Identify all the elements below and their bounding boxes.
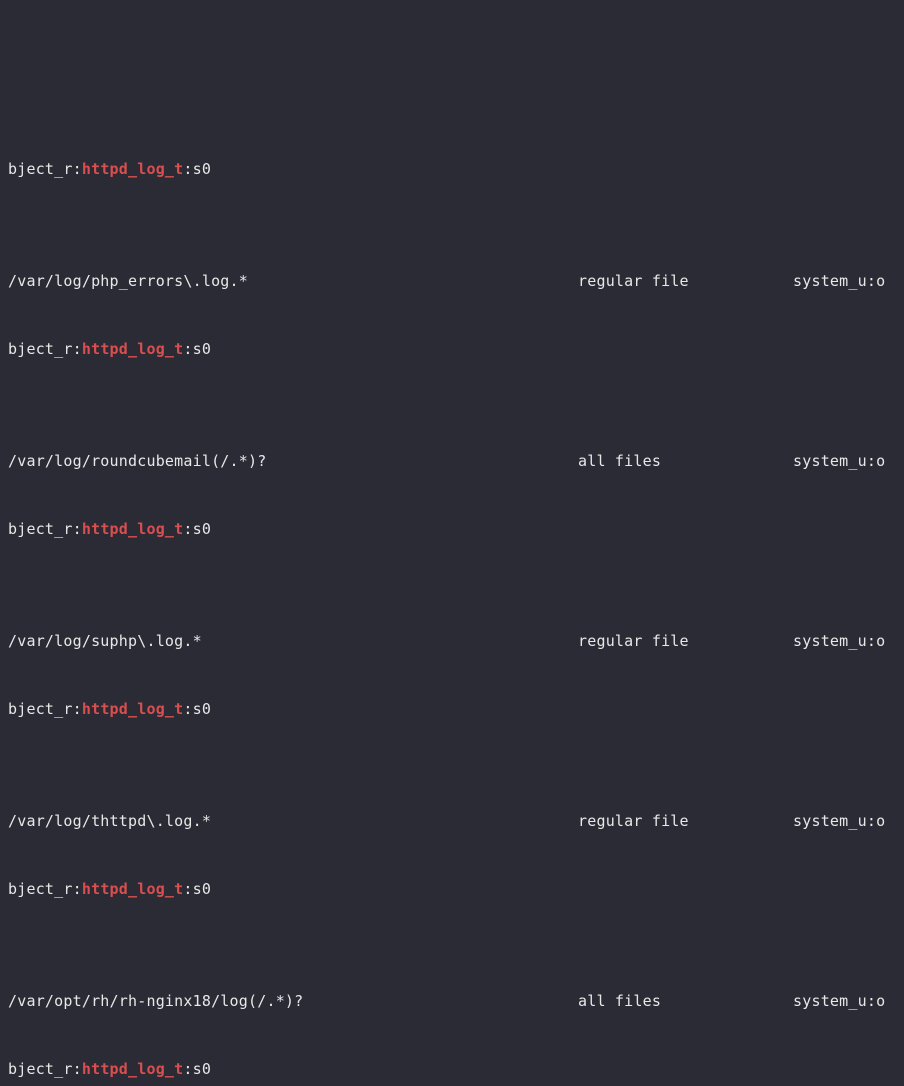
file-type: regular file bbox=[578, 270, 793, 293]
wrap-suffix: :s0 bbox=[183, 700, 211, 718]
file-type: regular file bbox=[578, 630, 793, 653]
wrap-prefix: bject_r: bbox=[8, 700, 82, 718]
context: system_u:o bbox=[793, 270, 885, 293]
fcontext-row: /var/log/roundcubemail(/.*)?all filessys… bbox=[0, 450, 904, 473]
context: system_u:o bbox=[793, 630, 885, 653]
wrap-suffix: :s0 bbox=[183, 160, 211, 178]
selinux-type: httpd_log_t bbox=[82, 880, 184, 898]
wrap-suffix: :s0 bbox=[183, 520, 211, 538]
fcontext-row: /var/opt/rh/rh-nginx18/log(/.*)?all file… bbox=[0, 990, 904, 1013]
wrap-prefix: bject_r: bbox=[8, 340, 82, 358]
context-wrap-line: bject_r:httpd_log_t:s0 bbox=[0, 338, 904, 361]
wrap-prefix: bject_r: bbox=[8, 1060, 82, 1078]
selinux-type: httpd_log_t bbox=[82, 700, 184, 718]
fcontext-row: /var/log/suphp\.log.*regular filesystem_… bbox=[0, 630, 904, 653]
file-type: all files bbox=[578, 990, 793, 1013]
wrap-prefix: bject_r: bbox=[8, 160, 82, 178]
context-wrap-line: bject_r:httpd_log_t:s0 bbox=[0, 518, 904, 541]
context: system_u:o bbox=[793, 450, 885, 473]
path-pattern: /var/log/thttpd\.log.* bbox=[0, 810, 578, 833]
context: system_u:o bbox=[793, 810, 885, 833]
path-pattern: /var/log/php_errors\.log.* bbox=[0, 270, 578, 293]
selinux-type: httpd_log_t bbox=[82, 340, 184, 358]
path-pattern: /var/log/suphp\.log.* bbox=[0, 630, 578, 653]
file-type: all files bbox=[578, 450, 793, 473]
context-wrap-line: bject_r:httpd_log_t:s0 bbox=[0, 158, 904, 181]
file-type: regular file bbox=[578, 810, 793, 833]
context-wrap-line: bject_r:httpd_log_t:s0 bbox=[0, 878, 904, 901]
wrap-prefix: bject_r: bbox=[8, 880, 82, 898]
context-wrap-line: bject_r:httpd_log_t:s0 bbox=[0, 698, 904, 721]
selinux-type: httpd_log_t bbox=[82, 160, 184, 178]
fcontext-row: /var/log/thttpd\.log.*regular filesystem… bbox=[0, 810, 904, 833]
context: system_u:o bbox=[793, 990, 885, 1013]
selinux-type: httpd_log_t bbox=[82, 520, 184, 538]
terminal[interactable]: bject_r:httpd_log_t:s0 /var/log/php_erro… bbox=[0, 68, 904, 1086]
wrap-suffix: :s0 bbox=[183, 340, 211, 358]
context-wrap-line: bject_r:httpd_log_t:s0 bbox=[0, 1058, 904, 1081]
wrap-prefix: bject_r: bbox=[8, 520, 82, 538]
wrap-suffix: :s0 bbox=[183, 1060, 211, 1078]
selinux-type: httpd_log_t bbox=[82, 1060, 184, 1078]
wrap-suffix: :s0 bbox=[183, 880, 211, 898]
path-pattern: /var/opt/rh/rh-nginx18/log(/.*)? bbox=[0, 990, 578, 1013]
fcontext-row: /var/log/php_errors\.log.*regular filesy… bbox=[0, 270, 904, 293]
path-pattern: /var/log/roundcubemail(/.*)? bbox=[0, 450, 578, 473]
